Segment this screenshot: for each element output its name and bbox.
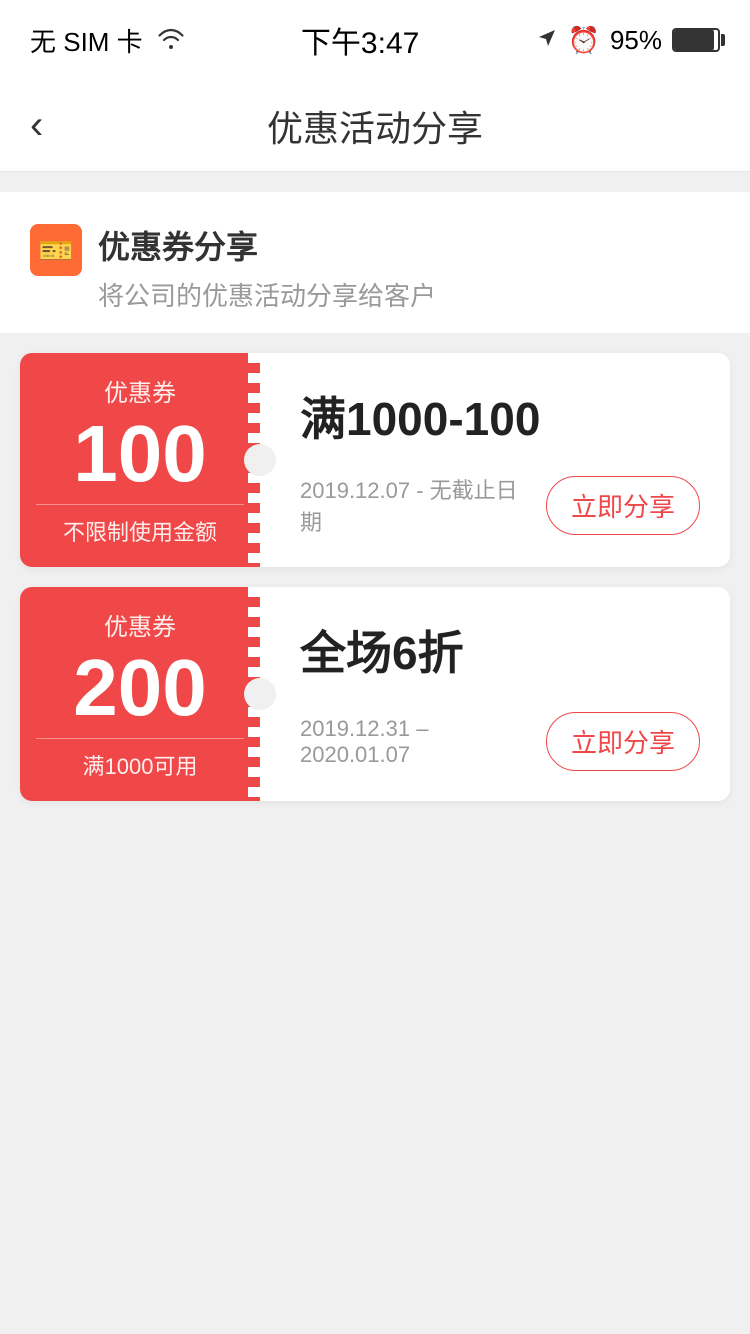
- share-button-2[interactable]: 立即分享: [546, 712, 700, 771]
- status-left: 无 SIM 卡: [30, 22, 185, 59]
- coupon-meta-1: 2019.12.07 - 无截止日期 立即分享: [300, 473, 700, 537]
- coupon-divider-2: [36, 738, 244, 739]
- section-title: 优惠券分享: [98, 222, 436, 268]
- battery-percent: 95%: [610, 25, 662, 56]
- status-time: 下午3:47: [301, 18, 419, 62]
- carrier-text: 无 SIM 卡: [30, 22, 143, 59]
- coupon-meta-2: 2019.12.31 – 2020.01.07 立即分享: [300, 712, 700, 771]
- coupon-divider-1: [36, 504, 244, 505]
- empty-area: [0, 821, 750, 1321]
- coupon-amount-2: 200: [73, 648, 206, 728]
- nav-title: 优惠活动分享: [267, 100, 483, 152]
- coupon-condition-2: 满1000可用: [83, 749, 198, 781]
- coupon-label-1: 优惠券: [104, 373, 176, 408]
- coupon-condition-1: 不限制使用金额: [63, 515, 217, 547]
- coupon-date-1: 2019.12.07 - 无截止日期: [300, 473, 536, 537]
- coupon-section-icon: 🎫: [30, 224, 82, 276]
- coupon-right-2: 全场6折 2019.12.31 – 2020.01.07 立即分享: [260, 587, 730, 801]
- section-text: 优惠券分享 将公司的优惠活动分享给客户: [98, 222, 436, 313]
- coupon-left-2: 优惠券 200 满1000可用: [20, 587, 260, 801]
- coupon-right-1: 满1000-100 2019.12.07 - 无截止日期 立即分享: [260, 353, 730, 567]
- battery-icon: [672, 28, 720, 52]
- coupon-title-2: 全场6折: [300, 617, 700, 683]
- coupon-amount-1: 100: [73, 414, 206, 494]
- nav-bar: ‹ 优惠活动分享: [0, 80, 750, 172]
- section-subtitle: 将公司的优惠活动分享给客户: [98, 276, 436, 313]
- share-button-1[interactable]: 立即分享: [546, 476, 700, 535]
- section-header: 🎫 优惠券分享 将公司的优惠活动分享给客户: [0, 192, 750, 333]
- coupon-card-2: 优惠券 200 满1000可用 全场6折 2019.12.31 – 2020.0…: [20, 587, 730, 801]
- coupon-left-1: 优惠券 100 不限制使用金额: [20, 353, 260, 567]
- coupon-title-1: 满1000-100: [300, 383, 700, 449]
- status-bar: 无 SIM 卡 下午3:47 ⏰ 95%: [0, 0, 750, 80]
- back-button[interactable]: ‹: [30, 103, 43, 148]
- location-icon: [536, 25, 558, 56]
- coupon-card-1: 优惠券 100 不限制使用金额 满1000-100 2019.12.07 - 无…: [20, 353, 730, 567]
- coupon-label-2: 优惠券: [104, 607, 176, 642]
- coupon-date-2: 2019.12.31 – 2020.01.07: [300, 716, 536, 768]
- coupon-list: 优惠券 100 不限制使用金额 满1000-100 2019.12.07 - 无…: [0, 333, 750, 821]
- wifi-icon: [157, 25, 185, 56]
- alarm-icon: ⏰: [568, 25, 600, 56]
- status-right: ⏰ 95%: [536, 25, 720, 56]
